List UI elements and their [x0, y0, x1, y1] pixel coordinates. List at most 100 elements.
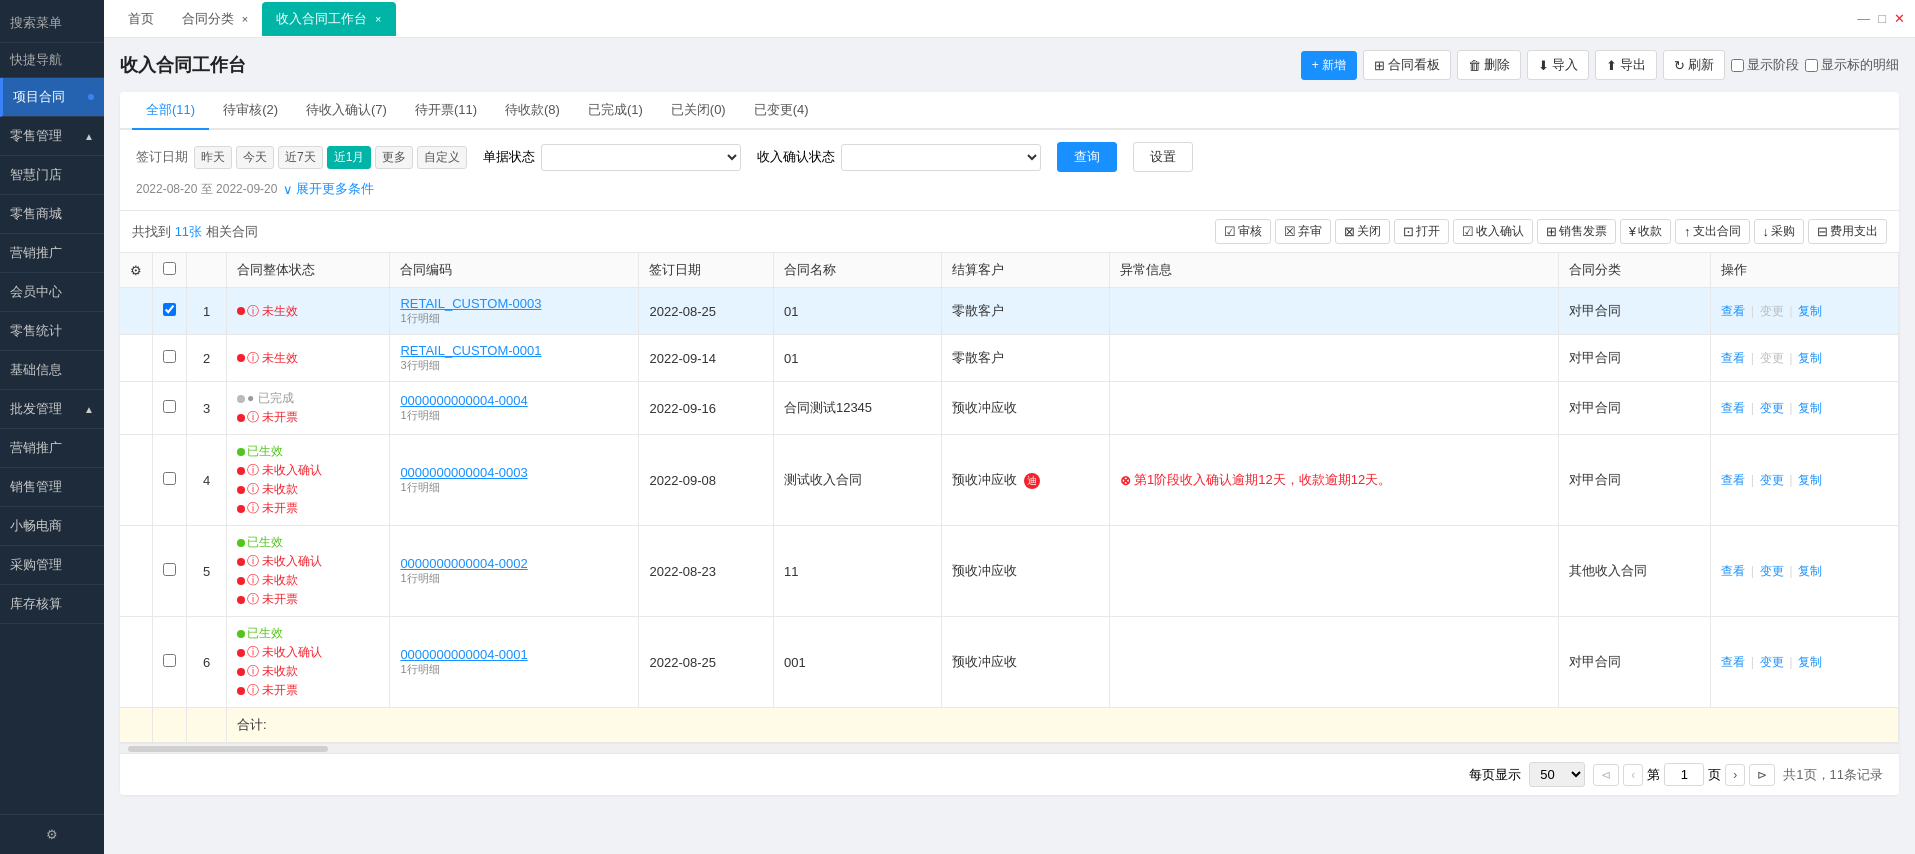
op-view[interactable]: 查看: [1721, 401, 1745, 415]
date-btn-custom[interactable]: 自定义: [417, 146, 467, 169]
page-number-input[interactable]: [1664, 763, 1704, 786]
expand-more-button[interactable]: ∨ 展开更多条件: [283, 180, 374, 198]
action-collect[interactable]: ¥ 收款: [1620, 219, 1671, 244]
setting-button[interactable]: 设置: [1133, 142, 1193, 172]
col-anomaly[interactable]: 异常信息: [1110, 253, 1559, 288]
sidebar-item-member[interactable]: 会员中心: [0, 273, 104, 312]
col-sign-date[interactable]: 签订日期: [639, 253, 773, 288]
sidebar-item-smart-store[interactable]: 智慧门店: [0, 156, 104, 195]
scrollbar-thumb[interactable]: [128, 746, 328, 752]
op-view[interactable]: 查看: [1721, 473, 1745, 487]
action-income-confirm[interactable]: ☑ 收入确认: [1453, 219, 1533, 244]
sidebar-nav[interactable]: 快捷导航: [0, 43, 104, 78]
action-sales-invoice[interactable]: ⊞ 销售发票: [1537, 219, 1616, 244]
cell-checkbox[interactable]: [153, 617, 187, 708]
window-minimize-icon[interactable]: —: [1857, 11, 1870, 26]
op-change[interactable]: 变更: [1760, 351, 1784, 365]
sidebar-item-project[interactable]: 项目合同: [0, 78, 104, 117]
prev-page-button[interactable]: ‹: [1623, 764, 1643, 786]
sidebar-item-retail-stats[interactable]: 零售统计: [0, 312, 104, 351]
show-detail-checkbox[interactable]: 显示标的明细: [1805, 56, 1899, 74]
op-change[interactable]: 变更: [1760, 401, 1784, 415]
sidebar-item-xiaochang[interactable]: 小畅电商: [0, 507, 104, 546]
last-page-button[interactable]: ⊳: [1749, 764, 1775, 786]
sidebar-search[interactable]: 搜索菜单: [0, 0, 104, 43]
op-change[interactable]: 变更: [1760, 655, 1784, 669]
action-abandon-review[interactable]: ☒ 弃审: [1275, 219, 1331, 244]
window-close-icon[interactable]: ✕: [1894, 11, 1905, 26]
action-review[interactable]: ☑ 审核: [1215, 219, 1271, 244]
date-btn-7days[interactable]: 近7天: [278, 146, 323, 169]
filter-tab-closed[interactable]: 已关闭(0): [657, 92, 740, 130]
sidebar-item-wholesale-mgmt[interactable]: 批发管理 ▲: [0, 390, 104, 429]
tab-close-icon[interactable]: ×: [242, 13, 248, 25]
cell-checkbox[interactable]: [153, 435, 187, 526]
contract-code-link[interactable]: 0000000000004-0004: [400, 393, 628, 408]
col-category[interactable]: 合同分类: [1558, 253, 1710, 288]
next-page-button[interactable]: ›: [1725, 764, 1745, 786]
cell-checkbox[interactable]: [153, 335, 187, 382]
sidebar-item-retail-mall[interactable]: 零售商城: [0, 195, 104, 234]
show-stage-checkbox[interactable]: 显示阶段: [1731, 56, 1799, 74]
tab-close-active-icon[interactable]: ×: [375, 13, 381, 25]
col-code[interactable]: 合同编码: [390, 253, 639, 288]
op-view[interactable]: 查看: [1721, 655, 1745, 669]
doc-status-select[interactable]: [541, 144, 741, 171]
contract-code-link[interactable]: RETAIL_CUSTOM-0003: [400, 296, 628, 311]
cell-checkbox[interactable]: [153, 382, 187, 435]
action-expense-out[interactable]: ⊟ 费用支出: [1808, 219, 1887, 244]
sidebar-item-basic-info[interactable]: 基础信息: [0, 351, 104, 390]
op-change[interactable]: 变更: [1760, 304, 1784, 318]
cell-checkbox[interactable]: [153, 526, 187, 617]
delete-button[interactable]: 🗑 删除: [1457, 50, 1521, 80]
op-change[interactable]: 变更: [1760, 564, 1784, 578]
filter-tab-pending-payment[interactable]: 待收款(8): [491, 92, 574, 130]
query-button[interactable]: 查询: [1057, 142, 1117, 172]
refresh-button[interactable]: ↻ 刷新: [1663, 50, 1725, 80]
scrollbar-area[interactable]: [120, 743, 1899, 753]
filter-tab-done[interactable]: 已完成(1): [574, 92, 657, 130]
op-copy[interactable]: 复制: [1798, 351, 1822, 365]
date-btn-yesterday[interactable]: 昨天: [194, 146, 232, 169]
contract-code-link[interactable]: 0000000000004-0003: [400, 465, 628, 480]
settings-button[interactable]: ⚙: [0, 814, 104, 854]
action-purchase[interactable]: ↓ 采购: [1754, 219, 1805, 244]
first-page-button[interactable]: ⊲: [1593, 764, 1619, 786]
op-copy[interactable]: 复制: [1798, 304, 1822, 318]
tab-home[interactable]: 首页: [114, 2, 168, 36]
op-view[interactable]: 查看: [1721, 304, 1745, 318]
income-confirm-select[interactable]: [841, 144, 1041, 171]
contract-code-link[interactable]: 0000000000004-0001: [400, 647, 628, 662]
date-btn-today[interactable]: 今天: [236, 146, 274, 169]
window-maximize-icon[interactable]: □: [1878, 11, 1886, 26]
tab-income-contract[interactable]: 收入合同工作台 ×: [262, 2, 395, 36]
action-open[interactable]: ⊡ 打开: [1394, 219, 1449, 244]
op-copy[interactable]: 复制: [1798, 401, 1822, 415]
action-expense-contract[interactable]: ↑ 支出合同: [1675, 219, 1750, 244]
filter-tab-pending-confirm[interactable]: 待收入确认(7): [292, 92, 401, 130]
sidebar-item-retail-mgmt[interactable]: 零售管理 ▲: [0, 117, 104, 156]
col-checkbox[interactable]: [153, 253, 187, 288]
date-btn-more[interactable]: 更多: [375, 146, 413, 169]
filter-tab-pending-invoice[interactable]: 待开票(11): [401, 92, 491, 130]
action-close[interactable]: ⊠ 关闭: [1335, 219, 1390, 244]
op-change[interactable]: 变更: [1760, 473, 1784, 487]
op-copy[interactable]: 复制: [1798, 473, 1822, 487]
add-button[interactable]: + 新增: [1301, 51, 1357, 80]
op-view[interactable]: 查看: [1721, 351, 1745, 365]
sidebar-item-purchase-mgmt[interactable]: 采购管理: [0, 546, 104, 585]
filter-tab-all[interactable]: 全部(11): [132, 92, 209, 130]
contract-board-button[interactable]: ⊞ 合同看板: [1363, 50, 1451, 80]
op-view[interactable]: 查看: [1721, 564, 1745, 578]
import-button[interactable]: ⬇ 导入: [1527, 50, 1589, 80]
sidebar-item-marketing[interactable]: 营销推广: [0, 234, 104, 273]
tab-contract-category[interactable]: 合同分类 ×: [168, 2, 262, 36]
col-settings[interactable]: ⚙: [120, 253, 153, 288]
col-name[interactable]: 合同名称: [773, 253, 941, 288]
filter-tab-changed[interactable]: 已变更(4): [740, 92, 823, 130]
filter-tab-pending-review[interactable]: 待审核(2): [209, 92, 292, 130]
col-status[interactable]: 合同整体状态: [227, 253, 390, 288]
select-all-checkbox[interactable]: [163, 262, 176, 275]
per-page-select[interactable]: 50 100: [1529, 762, 1585, 787]
contract-code-link[interactable]: 0000000000004-0002: [400, 556, 628, 571]
